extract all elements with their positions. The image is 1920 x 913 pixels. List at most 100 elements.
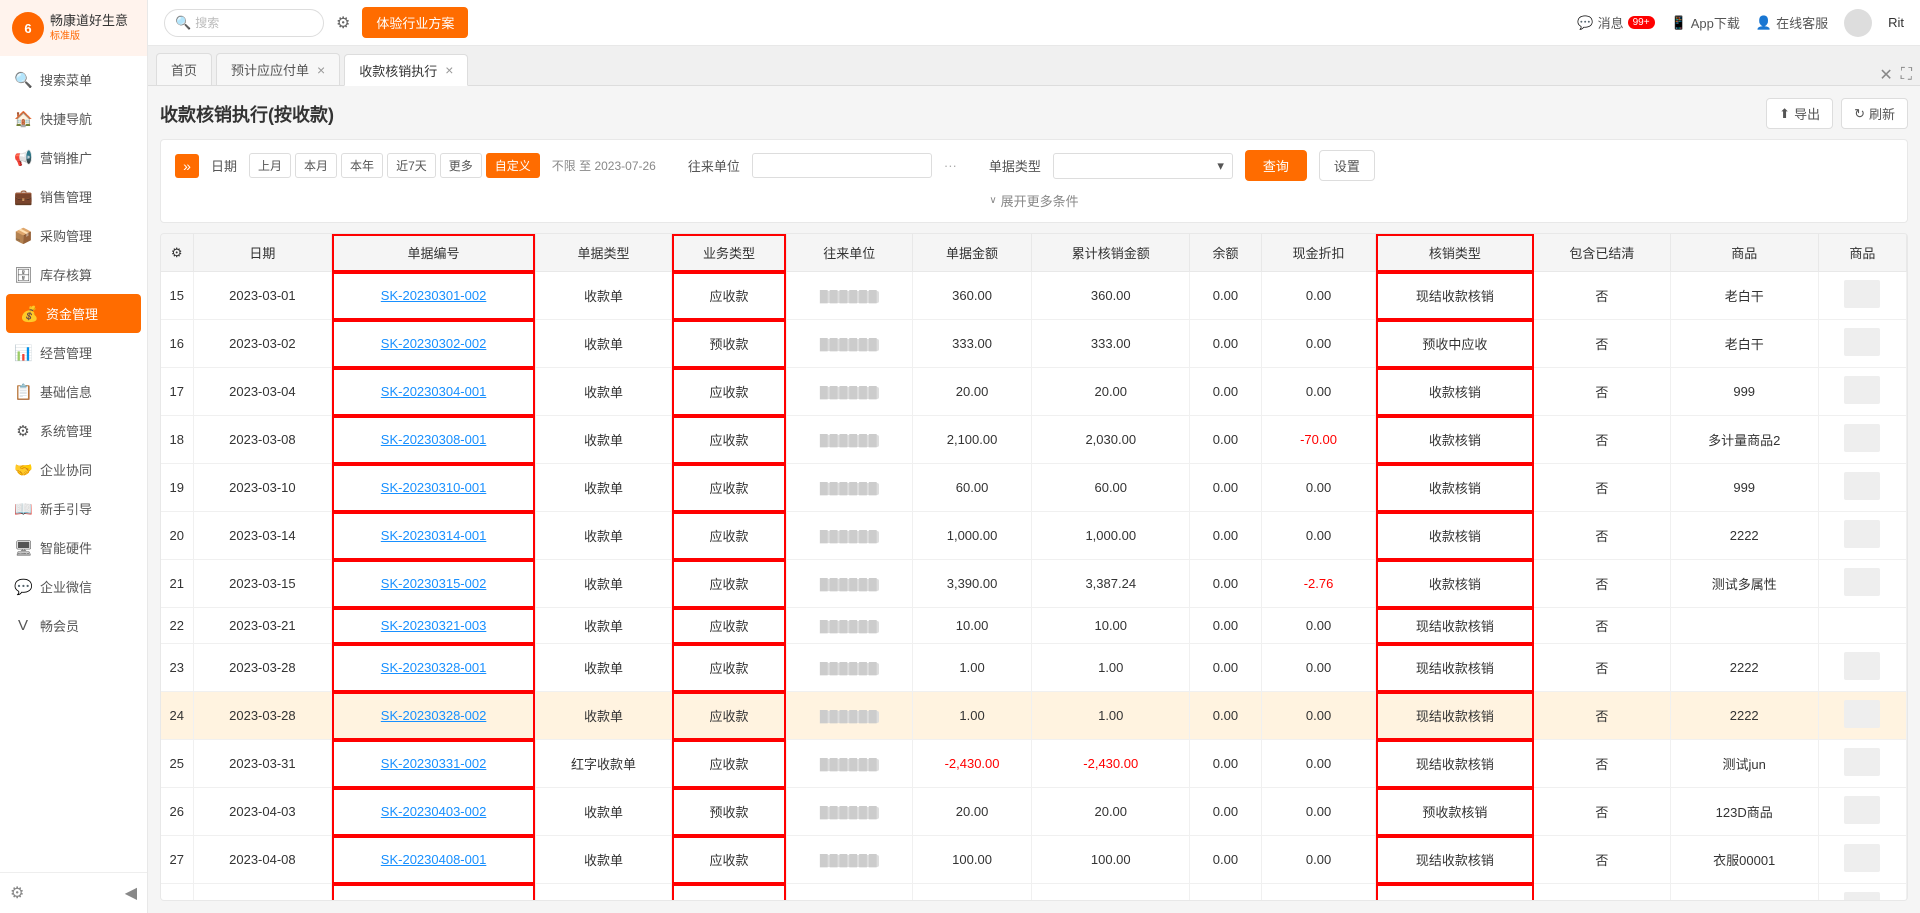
sidebar-item-finance[interactable]: 💰 资金管理 [6,294,141,333]
online-service-btn[interactable]: 👤 在线客服 [1756,13,1828,32]
date-btn-7days[interactable]: 近7天 [387,153,436,178]
product-thumb [1844,472,1880,500]
sidebar-item-vip[interactable]: V 畅会员 [0,606,147,645]
order-link[interactable]: SK-20230315-002 [381,576,487,591]
refresh-icon: ↻ [1854,106,1865,122]
partner-input[interactable] [752,153,932,178]
order-link[interactable]: SK-20230408-001 [381,852,487,867]
th-verified: 累计核销金额 [1032,234,1190,272]
table-row: 17 2023-03-04 SK-20230304-001 收款单 应收款 ██… [161,368,1907,416]
filter-toggle-btn[interactable]: » [175,154,199,178]
industry-btn[interactable]: 体验行业方案 [362,7,468,38]
expand-conditions-btn[interactable]: ∨ 展开更多条件 [981,189,1086,212]
order-link[interactable]: SK-20230308-001 [381,432,487,447]
hardware-icon: 🖥 [14,539,32,557]
refresh-btn[interactable]: ↻ 刷新 [1841,98,1908,129]
td-included: 否 [1534,884,1670,902]
date-btn-last-month[interactable]: 上月 [249,153,291,178]
td-product1: 999 [1670,368,1818,416]
sidebar-item-marketing[interactable]: 📢 营销推广 [0,138,147,177]
page-title: 收款核销执行(按收款) [160,101,334,127]
sidebar-item-operations[interactable]: 📊 经营管理 [0,333,147,372]
th-discount: 现金折扣 [1261,234,1376,272]
td-product2 [1818,512,1906,560]
tab-home[interactable]: 首页 [156,53,212,85]
td-write-type: 现结收款核销 [1376,836,1534,884]
sidebar-item-search[interactable]: 🔍 搜索菜单 [0,60,147,99]
td-partner: ██████ [786,272,912,320]
close-all-btn[interactable]: ✕ [1879,65,1892,85]
td-voucher-type: 收款单 [535,368,671,416]
td-included: 否 [1534,608,1670,644]
topbar-search-icon: 🔍 [175,15,191,31]
td-verified: 20.00 [1032,788,1190,836]
order-link[interactable]: SK-20230331-002 [381,756,487,771]
date-label: 日期 [211,156,237,175]
td-no: 16 [161,320,193,368]
product-thumb [1844,328,1880,356]
td-no: 20 [161,512,193,560]
order-link[interactable]: SK-20230310-001 [381,480,487,495]
table-container[interactable]: ⚙ 日期 单据编号 单据类型 业务类型 往来单位 单据金额 累计核销金额 余额 … [160,233,1908,901]
td-included: 否 [1534,272,1670,320]
date-btn-custom[interactable]: 自定义 [486,153,540,178]
td-product2 [1818,560,1906,608]
td-date: 2023-04-18 [193,884,332,902]
order-link[interactable]: SK-20230328-002 [381,708,487,723]
product-thumb [1844,424,1880,452]
td-balance: 0.00 [1190,692,1261,740]
voucher-type-select[interactable]: ▾ [1053,153,1233,179]
table-row: 15 2023-03-01 SK-20230301-002 收款单 应收款 ██… [161,272,1907,320]
tab-payable-close[interactable]: × [317,62,325,78]
marketing-icon: 📢 [14,149,32,167]
td-product1: 2222 [1670,644,1818,692]
td-order-no: SK-20230321-003 [332,608,536,644]
order-link[interactable]: SK-20230321-003 [381,618,487,633]
sidebar-item-system[interactable]: ⚙ 系统管理 [0,411,147,450]
app-download-btn[interactable]: 📱 App下载 [1671,13,1740,32]
tab-collection-close[interactable]: × [445,62,453,78]
order-link[interactable]: SK-20230314-001 [381,528,487,543]
order-link[interactable]: SK-20230403-002 [381,804,487,819]
sidebar-item-hardware[interactable]: 🖥 智能硬件 [0,528,147,567]
date-btn-more[interactable]: 更多 [440,153,482,178]
order-link[interactable]: SK-20230301-002 [381,288,487,303]
td-discount: 0.00 [1261,608,1376,644]
export-btn[interactable]: ⬆ 导出 [1766,98,1833,129]
td-no: 19 [161,464,193,512]
table-row: 28 2023-04-18 SK-20230418-001 收款单 应收款 ██… [161,884,1907,902]
order-link[interactable]: SK-20230302-002 [381,336,487,351]
td-discount: -70.00 [1261,416,1376,464]
query-btn[interactable]: 查询 [1245,150,1307,181]
sidebar-item-sales[interactable]: 💼 销售管理 [0,177,147,216]
td-discount: 0.00 [1261,836,1376,884]
sidebar-item-wechat[interactable]: 💬 企业微信 [0,567,147,606]
sidebar-item-quick[interactable]: 🏠 快捷导航 [0,99,147,138]
td-partner: ██████ [786,788,912,836]
filter-settings-btn[interactable]: 设置 [1319,150,1375,181]
order-link[interactable]: SK-20230328-001 [381,660,487,675]
vip-icon: V [14,617,32,634]
topbar-gear-icon[interactable]: ⚙ [336,13,350,33]
collapse-icon[interactable]: ◀ [125,883,137,903]
sidebar-item-purchase[interactable]: 📦 采购管理 [0,216,147,255]
th-gear: ⚙ [161,234,193,272]
date-btn-this-month[interactable]: 本月 [295,153,337,178]
avatar [1844,9,1872,37]
sidebar-item-inventory[interactable]: 🗄 库存核算 [0,255,147,294]
td-biz-type: 应收款 [672,884,787,902]
expand-tabs-btn[interactable]: ⛶ [1901,66,1912,84]
tab-payable[interactable]: 预计应应付单 × [216,53,340,85]
sidebar-item-guide[interactable]: 📖 新手引导 [0,489,147,528]
settings-icon[interactable]: ⚙ [10,883,24,903]
sidebar-item-basic[interactable]: 📋 基础信息 [0,372,147,411]
order-link[interactable]: SK-20230418-001 [381,900,487,901]
date-btn-this-year[interactable]: 本年 [341,153,383,178]
td-date: 2023-04-08 [193,836,332,884]
table-row: 20 2023-03-14 SK-20230314-001 收款单 应收款 ██… [161,512,1907,560]
td-product2 [1818,368,1906,416]
sidebar-item-enterprise[interactable]: 🤝 企业协同 [0,450,147,489]
messages-btn[interactable]: 💬 消息 99+ [1577,13,1654,32]
tab-collection[interactable]: 收款核销执行 × [344,54,468,86]
order-link[interactable]: SK-20230304-001 [381,384,487,399]
